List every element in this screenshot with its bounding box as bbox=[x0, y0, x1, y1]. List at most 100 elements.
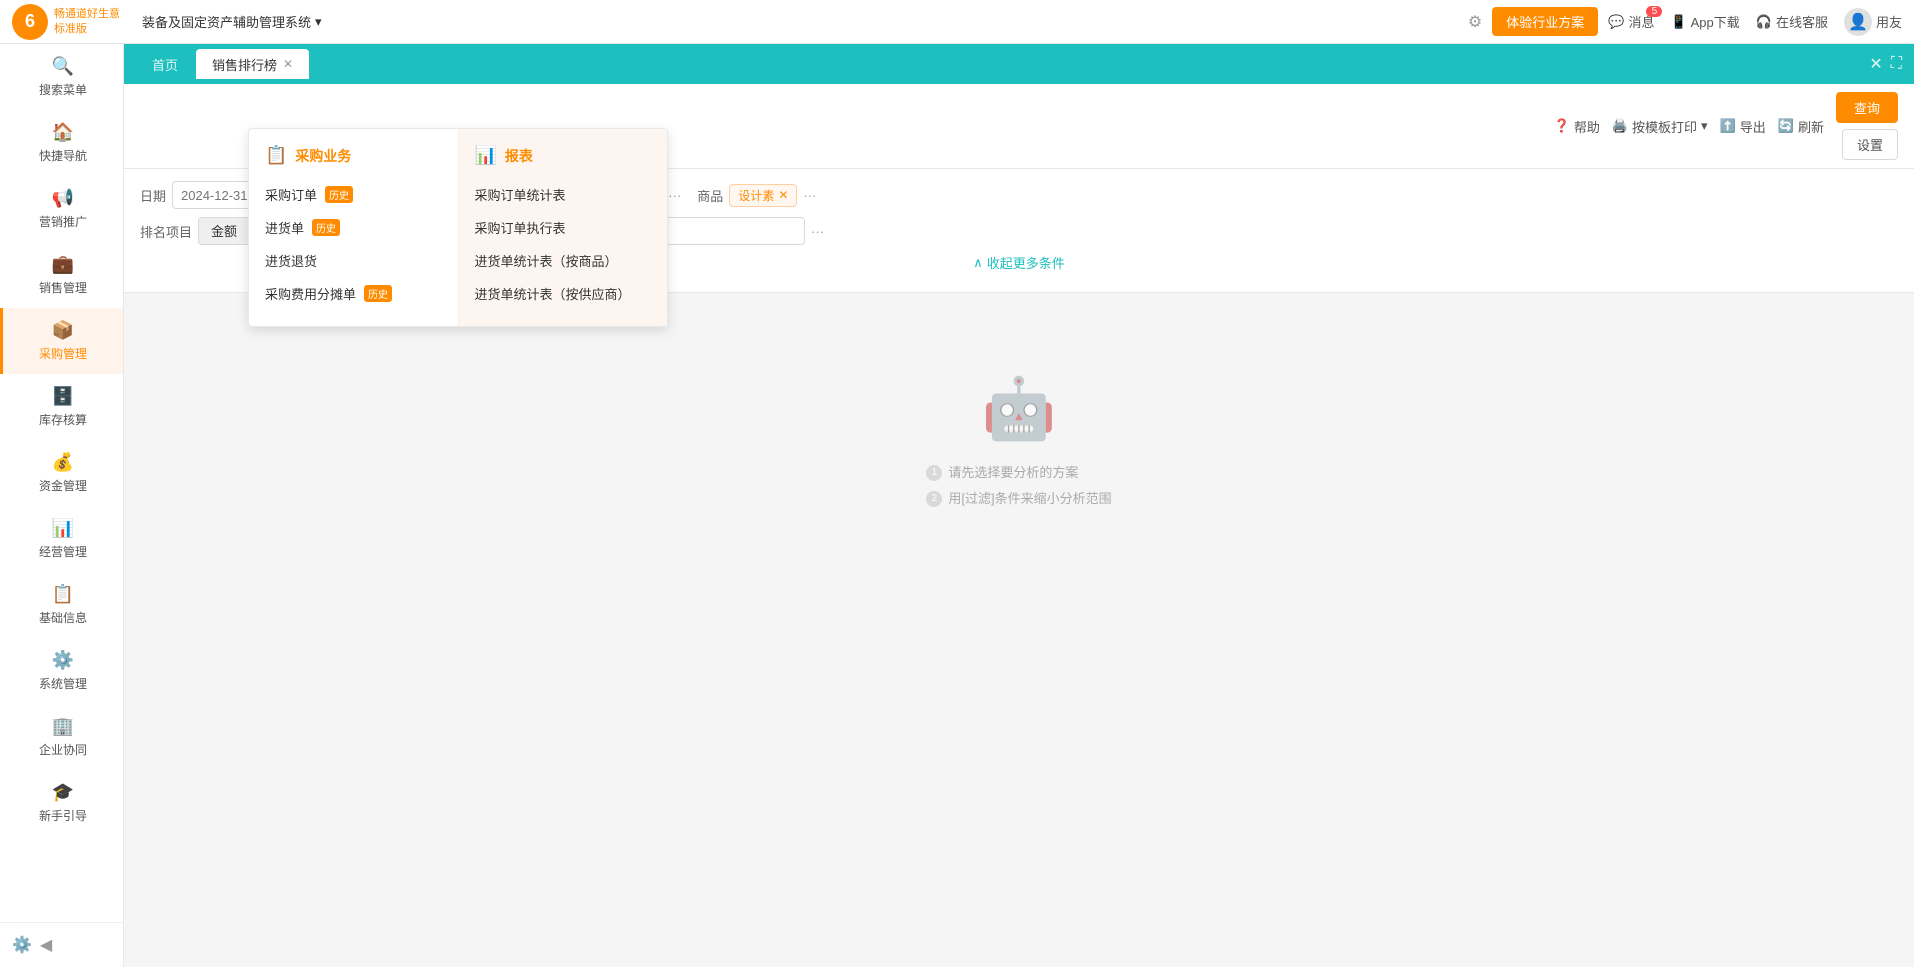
history-badge-po: 历史 bbox=[325, 186, 353, 203]
settings-icon[interactable]: ⚙ bbox=[1468, 12, 1482, 32]
customer-dots[interactable]: ··· bbox=[811, 224, 824, 239]
sidebar: 🔍 搜索菜单 🏠 快捷导航 📢 营销推广 💼 销售管理 📦 采购管理 🗄️ 库存… bbox=[0, 44, 124, 967]
help-btn[interactable]: ❓ 帮助 bbox=[1554, 117, 1600, 136]
dropdown-right-col: 📊 报表 采购订单统计表 采购订单执行表 进货单统计表（按商品） bbox=[459, 129, 668, 326]
main-layout: 🔍 搜索菜单 🏠 快捷导航 📢 营销推广 💼 销售管理 📦 采购管理 🗄️ 库存… bbox=[0, 44, 1914, 967]
cabinet-icon: 🗄️ bbox=[52, 386, 74, 407]
online-service-btn[interactable]: 🎧 在线客服 bbox=[1756, 12, 1828, 31]
print-icon: 🖨️ bbox=[1612, 118, 1628, 134]
customer-input[interactable] bbox=[645, 217, 805, 245]
tab-home[interactable]: 首页 bbox=[136, 49, 194, 79]
topbar: 6 畅通道好生意 标准版 装备及固定资产辅助管理系统 ▾ ⚙ 体验行业方案 💬 … bbox=[0, 0, 1914, 44]
tip-num-2: 2 bbox=[926, 491, 942, 507]
help-icon: ❓ bbox=[1554, 118, 1570, 134]
search-icon: 🔍 bbox=[52, 56, 74, 77]
export-btn[interactable]: ⬆️ 导出 bbox=[1720, 117, 1766, 136]
phone-icon: 📱 bbox=[1670, 14, 1686, 30]
message-icon: 💬 bbox=[1608, 14, 1624, 30]
dropdown-left-title: 📋 采购业务 bbox=[265, 145, 442, 166]
app-download-btn[interactable]: 📱 App下载 bbox=[1670, 12, 1739, 31]
chevron-down-icon: ▾ bbox=[315, 14, 322, 30]
tab-sales-rank[interactable]: 销售排行榜 ✕ bbox=[196, 49, 309, 79]
sidebar-item-search[interactable]: 🔍 搜索菜单 bbox=[0, 44, 123, 110]
tab-bar-right: ✕ ⛶ bbox=[1869, 54, 1902, 74]
message-btn[interactable]: 💬 消息 5 bbox=[1608, 12, 1654, 31]
sidebar-item-purchase[interactable]: 📦 采购管理 bbox=[0, 308, 123, 374]
gear-icon: ⚙️ bbox=[52, 650, 74, 671]
sidebar-item-inventory[interactable]: 🗄️ 库存核算 bbox=[0, 374, 123, 440]
export-icon: ⬆️ bbox=[1720, 118, 1736, 134]
doc-status-dots[interactable]: ··· bbox=[668, 188, 681, 203]
menu-item-inbound-bill[interactable]: 进货单 历史 bbox=[265, 211, 442, 244]
bottom-settings-icon[interactable]: ⚙️ bbox=[12, 935, 32, 955]
menu-item-purchase-expense[interactable]: 采购费用分摊单 历史 bbox=[265, 277, 442, 310]
print-dropdown-icon: ▾ bbox=[1701, 118, 1708, 134]
home-icon: 🏠 bbox=[52, 122, 74, 143]
refresh-btn[interactable]: 🔄 刷新 bbox=[1778, 117, 1824, 136]
industry-btn[interactable]: 体验行业方案 bbox=[1492, 7, 1598, 36]
dropdown-overlay: 📋 采购业务 采购订单 历史 进货单 历史 进货退货 bbox=[248, 128, 668, 327]
user-btn[interactable]: 👤 用友 bbox=[1844, 8, 1902, 36]
dropdown-menu: 📋 采购业务 采购订单 历史 进货单 历史 进货退货 bbox=[248, 128, 668, 327]
goods-tag: 设计素 ✕ bbox=[729, 184, 797, 207]
filter-goods: 商品 设计素 ✕ ··· bbox=[697, 184, 816, 207]
sidebar-item-quick[interactable]: 🏠 快捷导航 bbox=[0, 110, 123, 176]
system-title: 装备及固定资产辅助管理系统 bbox=[142, 12, 311, 31]
refresh-icon: 🔄 bbox=[1778, 118, 1794, 134]
sidebar-item-marketing[interactable]: 📢 营销推广 bbox=[0, 176, 123, 242]
tab-bar: 首页 销售排行榜 ✕ ✕ ⛶ bbox=[124, 44, 1914, 84]
logo-text: 畅通道好生意 标准版 bbox=[54, 7, 120, 36]
chart-icon: 📊 bbox=[52, 518, 74, 539]
money-icon: 💰 bbox=[52, 452, 74, 473]
dropdown-right-title: 📊 报表 bbox=[475, 145, 652, 166]
goods-dots[interactable]: ··· bbox=[803, 188, 816, 203]
date-label: 日期 bbox=[140, 186, 166, 205]
history-badge-ib: 历史 bbox=[312, 219, 340, 236]
collapse-btn[interactable]: ∧ 收起更多条件 bbox=[973, 253, 1065, 272]
message-badge: 5 bbox=[1646, 6, 1662, 17]
tab-close-page-icon[interactable]: ✕ bbox=[1869, 54, 1882, 74]
tab-fullscreen-icon[interactable]: ⛶ bbox=[1891, 55, 1902, 73]
goods-tag-close[interactable]: ✕ bbox=[778, 188, 788, 202]
content-area: 首页 销售排行榜 ✕ ✕ ⛶ ❓ 帮助 🖨️ 按模板打印 bbox=[124, 44, 1914, 967]
print-btn[interactable]: 🖨️ 按模板打印 ▾ bbox=[1612, 117, 1708, 136]
menu-item-purchase-order[interactable]: 采购订单 历史 bbox=[265, 178, 442, 211]
menu-item-return-goods[interactable]: 进货退货 bbox=[265, 244, 442, 277]
empty-tip-2: 2 用[过滤]条件来缩小分析范围 bbox=[926, 486, 1111, 512]
avatar: 👤 bbox=[1844, 8, 1872, 36]
topbar-right: 💬 消息 5 📱 App下载 🎧 在线客服 👤 用友 bbox=[1608, 8, 1902, 36]
sidebar-item-sales[interactable]: 💼 销售管理 bbox=[0, 242, 123, 308]
rank-item-label: 排名项目 bbox=[140, 222, 192, 241]
menu-item-inbound-stat-supplier[interactable]: 进货单统计表（按供应商） bbox=[475, 277, 652, 310]
sidebar-item-system[interactable]: ⚙️ 系统管理 bbox=[0, 638, 123, 704]
sidebar-item-guide[interactable]: 🎓 新手引导 bbox=[0, 770, 123, 836]
box-icon: 📦 bbox=[52, 320, 74, 341]
menu-item-po-exec[interactable]: 采购订单执行表 bbox=[475, 211, 652, 244]
sidebar-item-enterprise[interactable]: 🏢 企业协同 bbox=[0, 704, 123, 770]
collapse-arrow-icon: ∧ bbox=[973, 255, 983, 271]
briefcase-icon: 💼 bbox=[52, 254, 74, 275]
history-badge-pe: 历史 bbox=[364, 285, 392, 302]
tip-num-1: 1 bbox=[926, 465, 942, 481]
query-button[interactable]: 查询 bbox=[1836, 92, 1898, 123]
empty-tips: 1 请先选择要分析的方案 2 用[过滤]条件来缩小分析范围 bbox=[926, 460, 1111, 512]
purchase-biz-icon: 📋 bbox=[265, 145, 287, 166]
empty-illustration: 🤖 bbox=[982, 373, 1057, 444]
sidebar-item-basic-info[interactable]: 📋 基础信息 bbox=[0, 572, 123, 638]
logo-area: 6 畅通道好生意 标准版 bbox=[12, 4, 132, 40]
settings-button[interactable]: 设置 bbox=[1842, 129, 1898, 160]
menu-item-inbound-stat-goods[interactable]: 进货单统计表（按商品） bbox=[475, 244, 652, 277]
collapse-sidebar-icon[interactable]: ◀ bbox=[40, 935, 52, 955]
clipboard-icon: 📋 bbox=[52, 584, 74, 605]
sidebar-item-operations[interactable]: 📊 经营管理 bbox=[0, 506, 123, 572]
sidebar-bottom: ⚙️ ◀ bbox=[0, 922, 123, 967]
tab-close-icon[interactable]: ✕ bbox=[283, 57, 293, 71]
empty-state: 🤖 1 请先选择要分析的方案 2 用[过滤]条件来缩小分析范围 bbox=[124, 293, 1914, 592]
menu-item-po-stat[interactable]: 采购订单统计表 bbox=[475, 178, 652, 211]
sidebar-item-finance[interactable]: 💰 资金管理 bbox=[0, 440, 123, 506]
logo-icon: 6 bbox=[12, 4, 48, 40]
empty-tip-1: 1 请先选择要分析的方案 bbox=[926, 460, 1111, 486]
megaphone-icon: 📢 bbox=[52, 188, 74, 209]
system-title-area[interactable]: 装备及固定资产辅助管理系统 ▾ bbox=[142, 12, 1458, 31]
dropdown-left-col: 📋 采购业务 采购订单 历史 进货单 历史 进货退货 bbox=[249, 129, 459, 326]
